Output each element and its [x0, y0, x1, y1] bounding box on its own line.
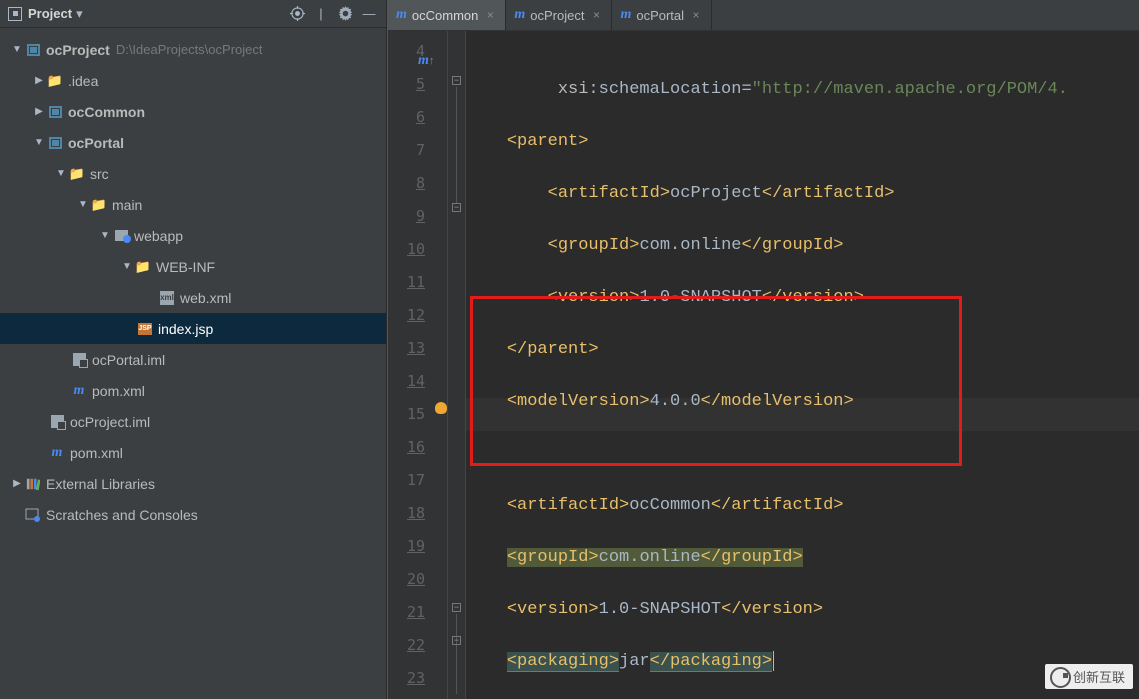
- tree-indexjsp[interactable]: JSP index.jsp: [0, 313, 386, 344]
- chevron-down-icon[interactable]: ▾: [76, 6, 83, 22]
- tree-ocproject-iml[interactable]: ocProject.iml: [0, 406, 386, 437]
- fold-line: [456, 614, 457, 694]
- fold-column: − − − −: [448, 31, 466, 699]
- tree-main[interactable]: ▼ main: [0, 189, 386, 220]
- tree-extlib[interactable]: ▶ External Libraries: [0, 468, 386, 499]
- module-icon: [49, 137, 62, 149]
- tab-label: ocProject: [530, 8, 584, 23]
- jsp-file-icon: JSP: [138, 323, 152, 335]
- editor-body[interactable]: m↑ 4 5 6 7 8 9 10 11 12 13 14 15 16 17 1…: [388, 31, 1139, 699]
- iml-file-icon: [51, 415, 64, 428]
- tree-ocportal[interactable]: ▼ ocPortal: [0, 127, 386, 158]
- tab-ocportal[interactable]: m ocPortal ×: [612, 0, 712, 30]
- line-gutter: m↑ 4 5 6 7 8 9 10 11 12 13 14 15 16 17 1…: [388, 31, 448, 699]
- code-area[interactable]: xsi:schemaLocation="http://maven.apache.…: [466, 31, 1139, 699]
- scratch-icon: [24, 507, 42, 523]
- tree-webapp[interactable]: ▼ webapp: [0, 220, 386, 251]
- tree-root[interactable]: ▼ ocProject D:\IdeaProjects\ocProject: [0, 34, 386, 65]
- editor-tabs: m ocCommon × m ocProject × m ocPortal ×: [388, 0, 1139, 31]
- tree-occommon[interactable]: ▶ ocCommon: [0, 96, 386, 127]
- module-icon: [49, 106, 62, 118]
- target-icon[interactable]: [286, 3, 308, 25]
- tree-scratch[interactable]: Scratches and Consoles: [0, 499, 386, 530]
- folder-icon: [46, 73, 64, 89]
- folder-icon: [134, 259, 152, 275]
- library-icon: [24, 476, 42, 492]
- bulb-icon[interactable]: [435, 402, 447, 414]
- folder-icon: [90, 197, 108, 213]
- maven-icon: m: [396, 7, 407, 23]
- fold-toggle[interactable]: −: [452, 603, 461, 612]
- tab-label: ocCommon: [412, 8, 478, 23]
- fold-toggle[interactable]: −: [452, 636, 461, 645]
- close-icon[interactable]: ×: [483, 8, 497, 22]
- maven-icon: m: [620, 7, 631, 23]
- iml-file-icon: [73, 353, 86, 366]
- folder-icon: [68, 166, 86, 182]
- close-icon[interactable]: ×: [689, 8, 703, 22]
- maven-icon: m: [50, 446, 64, 460]
- tab-label: ocPortal: [636, 8, 684, 23]
- module-icon: [27, 44, 40, 56]
- project-tree: ▼ ocProject D:\IdeaProjects\ocProject ▶ …: [0, 28, 386, 536]
- tree-pom1[interactable]: m pom.xml: [0, 375, 386, 406]
- sidebar-title: Project: [28, 6, 72, 21]
- fold-toggle[interactable]: −: [452, 76, 461, 85]
- web-folder-icon: [115, 230, 128, 241]
- tree-ocportal-iml[interactable]: ocPortal.iml: [0, 344, 386, 375]
- tab-ocproject[interactable]: m ocProject ×: [506, 0, 612, 30]
- tree-webxml[interactable]: xml web.xml: [0, 282, 386, 313]
- tab-occommon[interactable]: m ocCommon ×: [388, 0, 506, 30]
- tree-src[interactable]: ▼ src: [0, 158, 386, 189]
- tree-idea[interactable]: ▶ .idea: [0, 65, 386, 96]
- editor-area: m ocCommon × m ocProject × m ocPortal × …: [387, 0, 1139, 699]
- tree-webinf[interactable]: ▼ WEB-INF: [0, 251, 386, 282]
- minimize-icon[interactable]: —: [358, 3, 380, 25]
- project-sidebar: Project ▾ | — ▼ ocProject D:\IdeaProject…: [0, 0, 387, 699]
- sidebar-header: Project ▾ | —: [0, 0, 386, 28]
- tree-pom2[interactable]: m pom.xml: [0, 437, 386, 468]
- maven-icon: m: [72, 384, 86, 398]
- fold-toggle[interactable]: −: [452, 203, 461, 212]
- gear-icon[interactable]: [334, 3, 356, 25]
- fold-line: [456, 87, 457, 203]
- maven-icon: m: [514, 7, 525, 23]
- divider: |: [310, 3, 332, 25]
- xml-file-icon: xml: [160, 291, 174, 305]
- text-cursor: [773, 651, 774, 671]
- close-icon[interactable]: ×: [589, 8, 603, 22]
- maven-parent-icon[interactable]: m↑: [418, 53, 434, 69]
- project-icon: [8, 7, 22, 21]
